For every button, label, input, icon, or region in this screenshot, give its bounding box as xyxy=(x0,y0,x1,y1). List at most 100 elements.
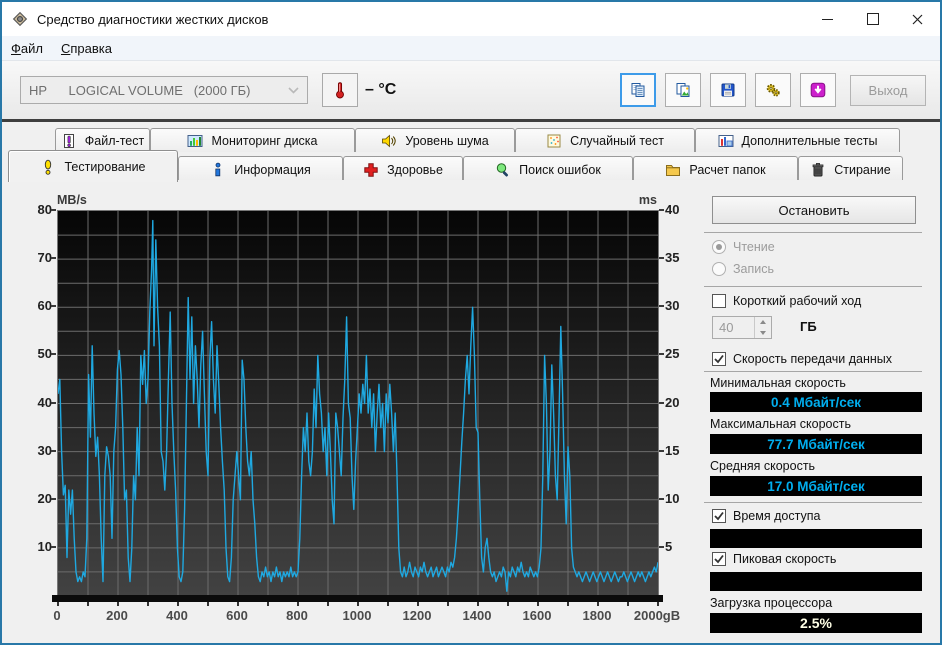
spin-up-button[interactable] xyxy=(755,317,771,328)
avg-speed-label: Средняя скорость xyxy=(710,459,816,473)
tab-random-test[interactable]: Случайный тест xyxy=(515,128,695,152)
spin-up-icon xyxy=(760,320,766,325)
maximize-button[interactable] xyxy=(850,2,895,36)
copy-image-button[interactable] xyxy=(665,73,701,107)
tick-mark xyxy=(87,602,89,606)
tick-mark xyxy=(117,602,119,606)
copy-report-button[interactable] xyxy=(620,73,656,107)
tab-label: Мониторинг диска xyxy=(211,133,318,148)
left-axis-tick: 30 xyxy=(37,443,52,458)
tab-testing[interactable]: Тестирование xyxy=(8,150,178,182)
temperature-button[interactable] xyxy=(322,73,358,107)
chevron-down-icon xyxy=(288,86,299,94)
tab-label: Тестирование xyxy=(64,159,146,174)
size-value: 40 xyxy=(719,320,734,335)
toolbar: HP LOGICAL VOLUME (2000 ГБ) – °C Выход xyxy=(2,61,940,122)
min-speed-label: Минимальная скорость xyxy=(710,376,846,390)
tick-mark xyxy=(659,353,664,355)
right-axis-tick: 5 xyxy=(665,539,673,554)
tab-health[interactable]: Здоровье xyxy=(343,156,463,182)
short-stroke-checkbox[interactable]: Короткий рабочий ход xyxy=(712,294,861,308)
cpu-load-value: 2.5% xyxy=(710,613,922,633)
tab-label: Дополнительные тесты xyxy=(741,133,878,148)
tick-mark xyxy=(51,209,56,211)
tab-label: Файл-тест xyxy=(84,133,145,148)
burst-speed-checkbox[interactable]: Пиковая скорость xyxy=(712,552,836,566)
tick-mark xyxy=(237,602,239,606)
tab-label: Случайный тест xyxy=(570,133,664,148)
separator xyxy=(704,502,922,503)
short-stroke-size-input[interactable]: 40 xyxy=(712,316,772,339)
tick-mark xyxy=(51,402,56,404)
left-axis-tick: 80 xyxy=(37,202,52,217)
x-axis-tick: 1000 xyxy=(342,608,372,623)
tab-additional-tests[interactable]: Дополнительные тесты xyxy=(695,128,900,152)
left-axis-tick: 20 xyxy=(37,491,52,506)
health-icon xyxy=(363,162,379,178)
menu-file[interactable]: Файл xyxy=(2,41,52,56)
tab-disk-monitor[interactable]: Мониторинг диска xyxy=(150,128,355,152)
left-axis-tick: 50 xyxy=(37,346,52,361)
download-button[interactable] xyxy=(800,73,836,107)
x-axis-bar xyxy=(52,595,663,602)
maximize-icon xyxy=(866,13,879,25)
x-axis-tick: 1600 xyxy=(522,608,552,623)
minimize-button[interactable] xyxy=(805,2,850,36)
left-axis-tick: 40 xyxy=(37,395,52,410)
access-time-checkbox[interactable]: Время доступа xyxy=(712,509,820,523)
checkbox-box xyxy=(712,509,726,523)
stop-button[interactable]: Остановить xyxy=(712,196,916,224)
title-bar: Средство диагностики жестких дисков xyxy=(2,2,940,36)
save-report-button[interactable] xyxy=(710,73,746,107)
tab-erase[interactable]: Стирание xyxy=(798,156,903,182)
tab-information[interactable]: Информация xyxy=(178,156,343,182)
tab-folder-calc[interactable]: Расчет папок xyxy=(633,156,798,182)
tab-error-scan[interactable]: Поиск ошибок xyxy=(463,156,633,182)
radio-dot xyxy=(712,262,726,276)
read-radio[interactable]: Чтение xyxy=(712,240,775,254)
copy-icon xyxy=(630,82,646,98)
save-icon xyxy=(720,82,736,98)
right-axis-tick: 15 xyxy=(665,443,680,458)
tick-mark xyxy=(147,602,149,606)
drive-select[interactable]: HP LOGICAL VOLUME (2000 ГБ) xyxy=(20,76,308,104)
tick-mark xyxy=(507,602,509,606)
separator xyxy=(704,232,922,233)
tab-noise-level[interactable]: Уровень шума xyxy=(355,128,515,152)
tab-strip: Файл-тест Мониторинг диска Уровень шума Слу… xyxy=(2,122,940,182)
toolbar-buttons xyxy=(620,73,836,107)
exit-button[interactable]: Выход xyxy=(850,74,926,106)
additional-tests-icon xyxy=(718,133,734,149)
tick-mark xyxy=(51,305,56,307)
app-window: Средство диагностики жестких дисков Файл… xyxy=(0,0,942,645)
write-radio[interactable]: Запись xyxy=(712,262,774,276)
checkbox-box xyxy=(712,294,726,308)
drive-select-value: HP LOGICAL VOLUME (2000 ГБ) xyxy=(29,82,251,98)
spin-down-button[interactable] xyxy=(755,328,771,339)
right-axis-tick: 10 xyxy=(665,491,680,506)
tab-label: Уровень шума xyxy=(405,133,489,148)
folder-calc-icon xyxy=(665,162,681,178)
max-speed-value: 77.7 Мбайт/сек xyxy=(710,434,922,454)
burst-speed-value xyxy=(710,572,922,591)
left-axis-unit: MB/s xyxy=(57,193,87,207)
check-icon xyxy=(714,554,724,564)
right-axis-unit: ms xyxy=(638,193,657,207)
file-test-icon xyxy=(61,133,77,149)
close-button[interactable] xyxy=(895,2,940,36)
testing-tab-page: MB/s ms 80 70 60 50 40 30 20 10 40 35 30 25 20 15 10 5 0… xyxy=(2,180,940,643)
testing-icon xyxy=(40,159,56,175)
settings-button[interactable] xyxy=(755,73,791,107)
checkbox-box xyxy=(712,552,726,566)
tick-mark xyxy=(659,546,664,548)
tick-mark xyxy=(51,353,56,355)
max-speed-label: Максимальная скорость xyxy=(710,417,851,431)
check-icon xyxy=(714,511,724,521)
menu-help[interactable]: Справка xyxy=(52,41,121,56)
tab-file-test[interactable]: Файл-тест xyxy=(55,128,150,152)
tick-mark xyxy=(659,402,664,404)
disk-monitor-icon xyxy=(187,133,203,149)
short-stroke-label: Короткий рабочий ход xyxy=(733,294,862,308)
test-control-panel: Остановить Чтение Запись Короткий рабочи… xyxy=(704,180,930,643)
transfer-speed-checkbox[interactable]: Скорость передачи данных xyxy=(712,352,892,366)
